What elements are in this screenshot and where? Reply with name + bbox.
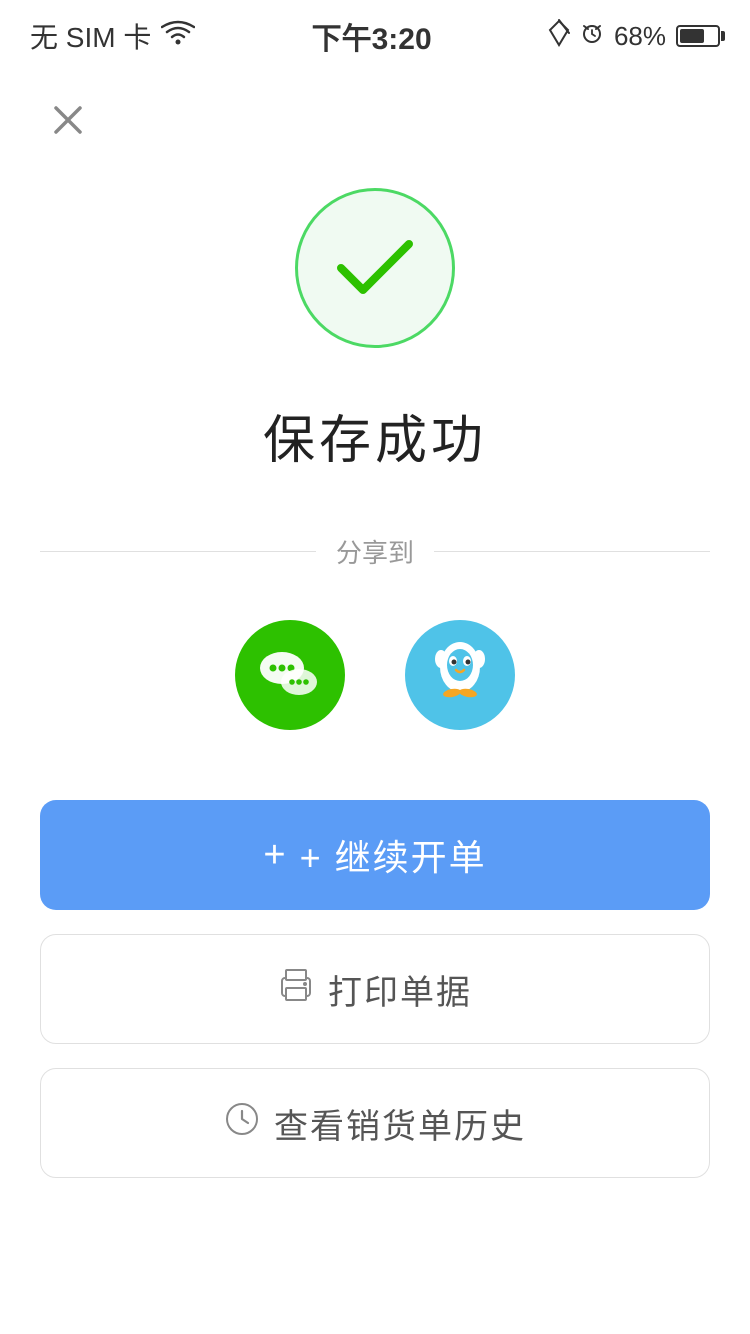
plus-icon: + bbox=[263, 834, 287, 877]
print-label: 打印单据 bbox=[328, 965, 472, 1014]
print-icon bbox=[278, 968, 314, 1011]
history-label: 查看销货单历史 bbox=[274, 1099, 526, 1148]
divider-line-right bbox=[434, 551, 710, 552]
qq-share-button[interactable] bbox=[405, 620, 515, 730]
battery-percent: 68% bbox=[614, 21, 666, 52]
history-icon bbox=[224, 1101, 260, 1146]
location-icon bbox=[548, 19, 570, 54]
success-icon-circle bbox=[295, 188, 455, 348]
print-button[interactable]: 打印单据 bbox=[40, 934, 710, 1044]
status-time: 下午3:20 bbox=[312, 14, 432, 58]
action-buttons: + + 继续开单 打印单据 查看销货单历史 bbox=[40, 800, 710, 1178]
continue-button[interactable]: + + 继续开单 bbox=[40, 800, 710, 910]
wechat-share-button[interactable] bbox=[235, 620, 345, 730]
divider-line-left bbox=[40, 551, 316, 552]
main-content: 保存成功 分享到 bbox=[0, 148, 750, 1178]
share-label: 分享到 bbox=[336, 533, 414, 570]
continue-label: + 继续开单 bbox=[300, 829, 487, 881]
battery-icon bbox=[676, 25, 720, 47]
status-left: 无 SIM 卡 bbox=[30, 16, 195, 56]
success-title: 保存成功 bbox=[263, 398, 487, 473]
close-button[interactable] bbox=[40, 92, 96, 148]
share-divider: 分享到 bbox=[40, 533, 710, 570]
history-button[interactable]: 查看销货单历史 bbox=[40, 1068, 710, 1178]
alarm-icon bbox=[580, 21, 604, 52]
status-bar: 无 SIM 卡 下午3:20 bbox=[0, 0, 750, 72]
sim-status: 无 SIM 卡 bbox=[30, 16, 151, 56]
share-icons-row bbox=[235, 620, 515, 730]
status-right: 68% bbox=[548, 19, 720, 54]
wifi-icon bbox=[161, 20, 195, 53]
